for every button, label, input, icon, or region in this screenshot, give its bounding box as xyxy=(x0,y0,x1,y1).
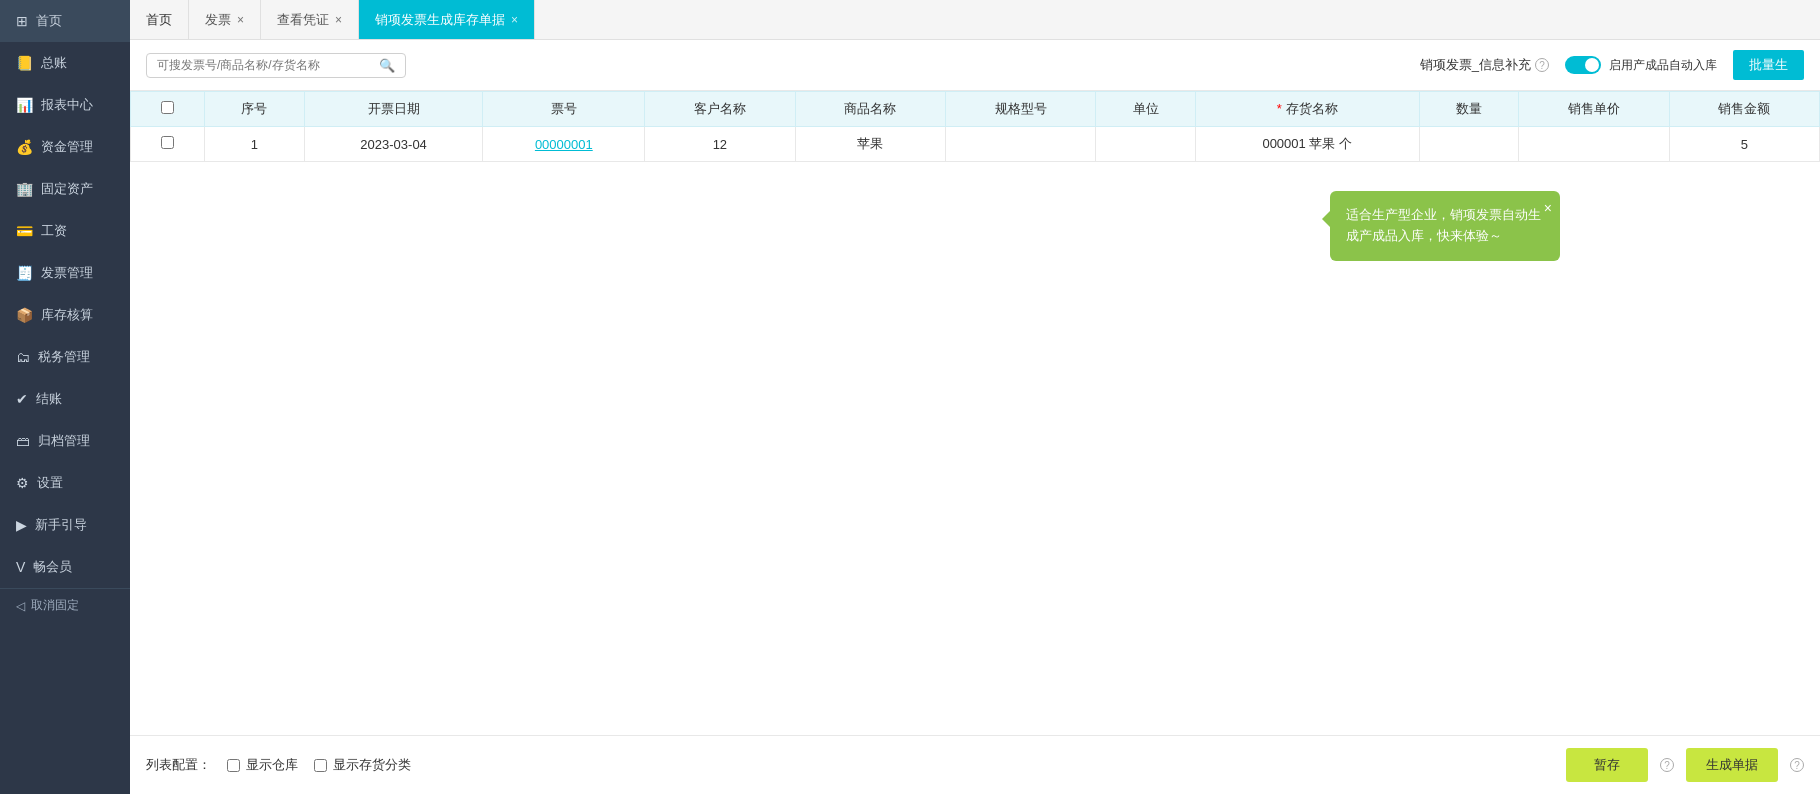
tab-home[interactable]: 首页 xyxy=(130,0,189,39)
content-area: 🔍 销项发票_信息补充 ? 启用产成品自动入库 批量生 xyxy=(130,40,1820,794)
assets-icon: 🏢 xyxy=(16,181,33,197)
sidebar-item-reports[interactable]: 📊 报表中心 xyxy=(0,84,130,126)
tab-stock-doc[interactable]: 销项发票生成库存单据 × xyxy=(359,0,535,39)
sidebar-item-funds[interactable]: 💰 资金管理 xyxy=(0,126,130,168)
table-header-row: 序号 开票日期 票号 客户名称 商品名称 规格型号 单位 * 存货名称 数量 销… xyxy=(131,92,1820,127)
payroll-icon: 💳 xyxy=(16,223,33,239)
sidebar-item-closing[interactable]: ✔ 结账 xyxy=(0,378,130,420)
show-category-checkbox[interactable]: 显示存货分类 xyxy=(314,756,411,774)
header-amount: 销售金额 xyxy=(1669,92,1819,127)
home-icon: ⊞ xyxy=(16,13,28,29)
toggle-area: 启用产成品自动入库 xyxy=(1565,56,1717,74)
footer: 列表配置： 显示仓库 显示存货分类 暂存 ? 生成单据 ? xyxy=(130,735,1820,794)
show-warehouse-input[interactable] xyxy=(227,759,240,772)
archive-icon: 🗃 xyxy=(16,433,30,449)
tax-icon: 🗂 xyxy=(16,349,30,365)
sidebar-item-payroll[interactable]: 💳 工资 xyxy=(0,210,130,252)
search-icon: 🔍 xyxy=(379,58,395,73)
membership-icon: V xyxy=(16,559,25,575)
show-warehouse-checkbox[interactable]: 显示仓库 xyxy=(227,756,298,774)
guide-icon: ▶ xyxy=(16,517,27,533)
data-table: 序号 开票日期 票号 客户名称 商品名称 规格型号 单位 * 存货名称 数量 销… xyxy=(130,91,1820,162)
table-container: 序号 开票日期 票号 客户名称 商品名称 规格型号 单位 * 存货名称 数量 销… xyxy=(130,91,1820,735)
tab-bar: 首页 发票 × 查看凭证 × 销项发票生成库存单据 × xyxy=(130,0,1820,40)
row-unit xyxy=(1096,127,1196,162)
header-unit: 单位 xyxy=(1096,92,1196,127)
header-ticket-no: 票号 xyxy=(483,92,645,127)
sidebar-item-inventory[interactable]: 📦 库存核算 xyxy=(0,294,130,336)
tab-invoice-close[interactable]: × xyxy=(237,13,244,27)
sidebar-item-invoice[interactable]: 🧾 发票管理 xyxy=(0,252,130,294)
header-stock-name: * 存货名称 xyxy=(1195,92,1419,127)
tab-stock-doc-close[interactable]: × xyxy=(511,13,518,27)
sidebar-pin[interactable]: ◁ 取消固定 xyxy=(0,588,130,622)
settings-icon: ⚙ xyxy=(16,475,29,491)
sidebar: ⊞ 首页 📒 总账 📊 报表中心 💰 资金管理 🏢 固定资产 💳 工资 🧾 发票… xyxy=(0,0,130,794)
row-checkbox[interactable] xyxy=(161,136,174,149)
save-button[interactable]: 暂存 xyxy=(1566,748,1648,782)
generate-info-icon[interactable]: ? xyxy=(1790,758,1804,772)
row-amount: 5 xyxy=(1669,127,1819,162)
tooltip-close-button[interactable]: × xyxy=(1544,197,1552,219)
row-product: 苹果 xyxy=(795,127,945,162)
generate-button[interactable]: 生成单据 xyxy=(1686,748,1778,782)
ledger-icon: 📒 xyxy=(16,55,33,71)
sidebar-item-ledger[interactable]: 📒 总账 xyxy=(0,42,130,84)
sidebar-item-tax[interactable]: 🗂 税务管理 xyxy=(0,336,130,378)
select-all-checkbox[interactable] xyxy=(161,101,174,114)
row-stock-name: 000001 苹果 个 xyxy=(1195,127,1419,162)
info-label: 销项发票_信息补充 ? xyxy=(1420,56,1549,74)
reports-icon: 📊 xyxy=(16,97,33,113)
main-area: 首页 发票 × 查看凭证 × 销项发票生成库存单据 × 🔍 销项发票_信息补充 xyxy=(130,0,1820,794)
pin-icon: ◁ xyxy=(16,599,25,613)
header-checkbox-col xyxy=(131,92,205,127)
header-unit-price: 销售单价 xyxy=(1519,92,1669,127)
tab-invoice[interactable]: 发票 × xyxy=(189,0,261,39)
inventory-icon: 📦 xyxy=(16,307,33,323)
tooltip-popup: × 适合生产型企业，销项发票自动生成产成品入库，快来体验～ xyxy=(1330,191,1560,261)
toolbar: 🔍 销项发票_信息补充 ? 启用产成品自动入库 批量生 xyxy=(130,40,1820,91)
header-product: 商品名称 xyxy=(795,92,945,127)
sidebar-item-home[interactable]: ⊞ 首页 xyxy=(0,0,130,42)
info-icon[interactable]: ? xyxy=(1535,58,1549,72)
sidebar-item-archive[interactable]: 🗃 归档管理 xyxy=(0,420,130,462)
row-qty xyxy=(1419,127,1519,162)
tab-voucher[interactable]: 查看凭证 × xyxy=(261,0,359,39)
row-unit-price xyxy=(1519,127,1669,162)
search-input[interactable] xyxy=(157,58,373,72)
search-box[interactable]: 🔍 xyxy=(146,53,406,78)
header-qty: 数量 xyxy=(1419,92,1519,127)
list-config: 列表配置： 显示仓库 显示存货分类 xyxy=(146,756,411,774)
closing-icon: ✔ xyxy=(16,391,28,407)
funds-icon: 💰 xyxy=(16,139,33,155)
table-body: 1 2023-03-04 00000001 12 苹果 000001 苹果 个 … xyxy=(131,127,1820,162)
table-row: 1 2023-03-04 00000001 12 苹果 000001 苹果 个 … xyxy=(131,127,1820,162)
row-customer: 12 xyxy=(645,127,795,162)
save-info-icon[interactable]: ? xyxy=(1660,758,1674,772)
row-ticket-no[interactable]: 00000001 xyxy=(483,127,645,162)
row-date: 2023-03-04 xyxy=(304,127,483,162)
invoice-icon: 🧾 xyxy=(16,265,33,281)
footer-right: 暂存 ? 生成单据 ? xyxy=(1566,748,1804,782)
header-spec: 规格型号 xyxy=(945,92,1095,127)
sidebar-item-guide[interactable]: ▶ 新手引导 xyxy=(0,504,130,546)
tab-voucher-close[interactable]: × xyxy=(335,13,342,27)
row-seq: 1 xyxy=(205,127,305,162)
sidebar-item-settings[interactable]: ⚙ 设置 xyxy=(0,462,130,504)
toolbar-right: 销项发票_信息补充 ? 启用产成品自动入库 批量生 xyxy=(1420,50,1804,80)
sidebar-item-membership[interactable]: V 畅会员 xyxy=(0,546,130,588)
header-customer: 客户名称 xyxy=(645,92,795,127)
auto-warehouse-toggle[interactable] xyxy=(1565,56,1601,74)
row-checkbox-cell xyxy=(131,127,205,162)
batch-button[interactable]: 批量生 xyxy=(1733,50,1804,80)
row-spec xyxy=(945,127,1095,162)
header-date: 开票日期 xyxy=(304,92,483,127)
sidebar-item-assets[interactable]: 🏢 固定资产 xyxy=(0,168,130,210)
show-category-input[interactable] xyxy=(314,759,327,772)
header-seq: 序号 xyxy=(205,92,305,127)
